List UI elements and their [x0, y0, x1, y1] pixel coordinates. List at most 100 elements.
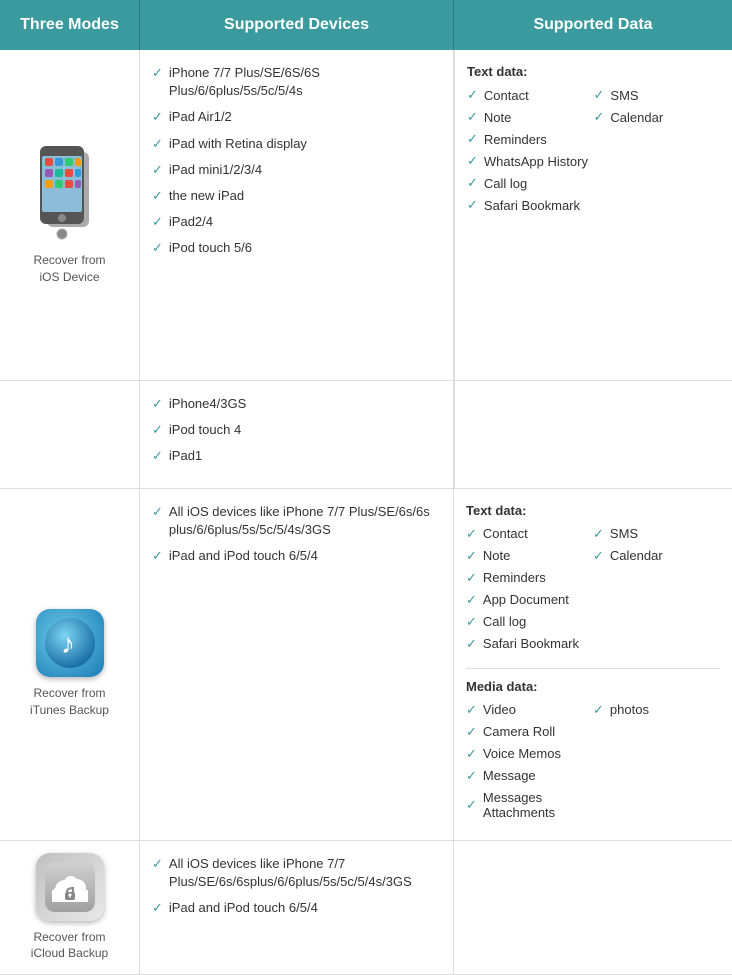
list-item: ✓ iPad and iPod touch 6/5/4	[152, 547, 441, 565]
data-calendar: ✓ Calendar	[594, 109, 721, 125]
icloud-data	[454, 841, 732, 975]
check-icon: ✓	[152, 213, 163, 231]
ios-device-data: Text data: ✓ Contact ✓ Note ✓ Reminders	[454, 50, 732, 380]
check-icon: ✓	[466, 746, 477, 762]
list-item: ✓ iPhone4/3GS	[152, 395, 441, 413]
itunes-data: Text data: ✓ Contact ✓ Note ✓ Reminders …	[454, 489, 732, 840]
data-reminders-itunes: ✓ Reminders	[466, 570, 593, 586]
check-icon: ✓	[152, 421, 163, 439]
data-calllog-itunes: ✓ Call log	[466, 614, 593, 630]
check-icon: ✓	[466, 702, 477, 718]
check-icon: ✓	[594, 87, 605, 103]
check-icon: ✓	[466, 592, 477, 608]
list-item: ✓ iPad and iPod touch 6/5/4	[152, 899, 441, 917]
row-itunes: ♪ Recover fromiTunes Backup ✓ All iOS de…	[0, 489, 732, 841]
svg-text:♪: ♪	[61, 628, 75, 659]
icloud-label: Recover fromiCloud Backup	[31, 929, 108, 963]
check-icon: ✓	[593, 702, 604, 718]
ios-device-devices-upper: ✓ iPhone 7/7 Plus/SE/6S/6S Plus/6/6plus/…	[140, 50, 454, 380]
row-icloud: Recover fromiCloud Backup ✓ All iOS devi…	[0, 841, 732, 975]
check-icon: ✓	[152, 108, 163, 126]
check-icon: ✓	[466, 570, 477, 586]
check-icon: ✓	[467, 153, 478, 169]
check-icon: ✓	[594, 109, 605, 125]
icloud-image	[36, 853, 104, 921]
check-icon: ✓	[152, 503, 163, 521]
data-note-itunes: ✓ Note	[466, 548, 593, 564]
itunes-devices: ✓ All iOS devices like iPhone 7/7 Plus/S…	[140, 489, 454, 840]
data-voice-memos: ✓ Voice Memos	[466, 746, 593, 762]
check-icon: ✓	[152, 547, 163, 565]
check-icon: ✓	[152, 161, 163, 179]
data-note: ✓ Note	[467, 109, 594, 125]
mode-icloud: Recover fromiCloud Backup	[0, 841, 140, 975]
data-contact: ✓ Contact	[467, 87, 594, 103]
data-legacy-spacer	[454, 381, 732, 488]
check-icon: ✓	[152, 187, 163, 205]
data-video: ✓ Video	[466, 702, 593, 718]
ios-legacy-devices: ✓ iPhone4/3GS ✓ iPod touch 4 ✓ iPad1	[140, 381, 454, 488]
check-icon: ✓	[467, 87, 478, 103]
media-data-title: Media data:	[466, 679, 720, 694]
row-ios-device: Recover fromiOS Device ✓ iPhone 7/7 Plus…	[0, 50, 732, 489]
check-icon: ✓	[466, 636, 477, 652]
check-icon: ✓	[466, 724, 477, 740]
list-item: ✓ iPad1	[152, 447, 441, 465]
check-icon: ✓	[152, 395, 163, 413]
table-header: Three Modes Supported Devices Supported …	[0, 0, 732, 50]
check-icon: ✓	[467, 175, 478, 191]
check-icon: ✓	[152, 239, 163, 257]
check-icon: ✓	[467, 197, 478, 213]
itunes-label: Recover fromiTunes Backup	[30, 685, 109, 719]
data-photos: ✓ photos	[593, 702, 720, 718]
data-sms: ✓ SMS	[594, 87, 721, 103]
list-item: ✓ iPod touch 5/6	[152, 239, 441, 257]
check-icon: ✓	[466, 548, 477, 564]
data-calendar-itunes: ✓ Calendar	[593, 548, 720, 564]
list-item: ✓ iPad2/4	[152, 213, 441, 231]
mode-ios-legacy-spacer	[0, 381, 140, 488]
list-item: ✓ All iOS devices like iPhone 7/7 Plus/S…	[152, 855, 441, 891]
list-item: ✓ the new iPad	[152, 187, 441, 205]
data-calllog: ✓ Call log	[467, 175, 594, 191]
check-icon: ✓	[593, 548, 604, 564]
data-safari-itunes: ✓ Safari Bookmark	[466, 636, 593, 652]
data-appdoc-itunes: ✓ App Document	[466, 592, 593, 608]
check-icon: ✓	[467, 131, 478, 147]
data-camera-roll: ✓ Camera Roll	[466, 724, 593, 740]
list-item: ✓ iPad mini1/2/3/4	[152, 161, 441, 179]
list-item: ✓ iPad Air1/2	[152, 108, 441, 126]
text-data-title-2: Text data:	[466, 503, 720, 518]
icloud-devices: ✓ All iOS devices like iPhone 7/7 Plus/S…	[140, 841, 454, 975]
header-supported-data: Supported Data	[454, 0, 732, 50]
data-safari: ✓ Safari Bookmark	[467, 197, 594, 213]
check-icon: ✓	[466, 797, 477, 813]
check-icon: ✓	[152, 64, 163, 82]
text-data-title-1: Text data:	[467, 64, 720, 79]
data-messages-attachments: ✓ Messages Attachments	[466, 790, 593, 820]
data-contact-itunes: ✓ Contact	[466, 526, 593, 542]
mode-itunes: ♪ Recover fromiTunes Backup	[0, 489, 140, 840]
list-item: ✓ iPhone 7/7 Plus/SE/6S/6S Plus/6/6plus/…	[152, 64, 441, 100]
data-reminders: ✓ Reminders	[467, 131, 594, 147]
check-icon: ✓	[152, 135, 163, 153]
list-item: ✓ iPad with Retina display	[152, 135, 441, 153]
header-three-modes: Three Modes	[0, 0, 140, 50]
list-item: ✓ All iOS devices like iPhone 7/7 Plus/S…	[152, 503, 441, 539]
itunes-image: ♪	[36, 609, 104, 677]
ios-device-label: Recover fromiOS Device	[33, 252, 105, 286]
data-whatsapp: ✓ WhatsApp History	[467, 153, 594, 169]
check-icon: ✓	[467, 109, 478, 125]
data-message: ✓ Message	[466, 768, 593, 784]
check-icon: ✓	[466, 768, 477, 784]
check-icon: ✓	[152, 899, 163, 917]
data-sms-itunes: ✓ SMS	[593, 526, 720, 542]
section-divider	[466, 668, 720, 669]
check-icon: ✓	[466, 614, 477, 630]
check-icon: ✓	[593, 526, 604, 542]
header-supported-devices: Supported Devices	[140, 0, 454, 50]
mode-ios-device: Recover fromiOS Device	[0, 50, 140, 380]
iphone-image	[37, 144, 102, 244]
list-item: ✓ iPod touch 4	[152, 421, 441, 439]
check-icon: ✓	[152, 855, 163, 873]
